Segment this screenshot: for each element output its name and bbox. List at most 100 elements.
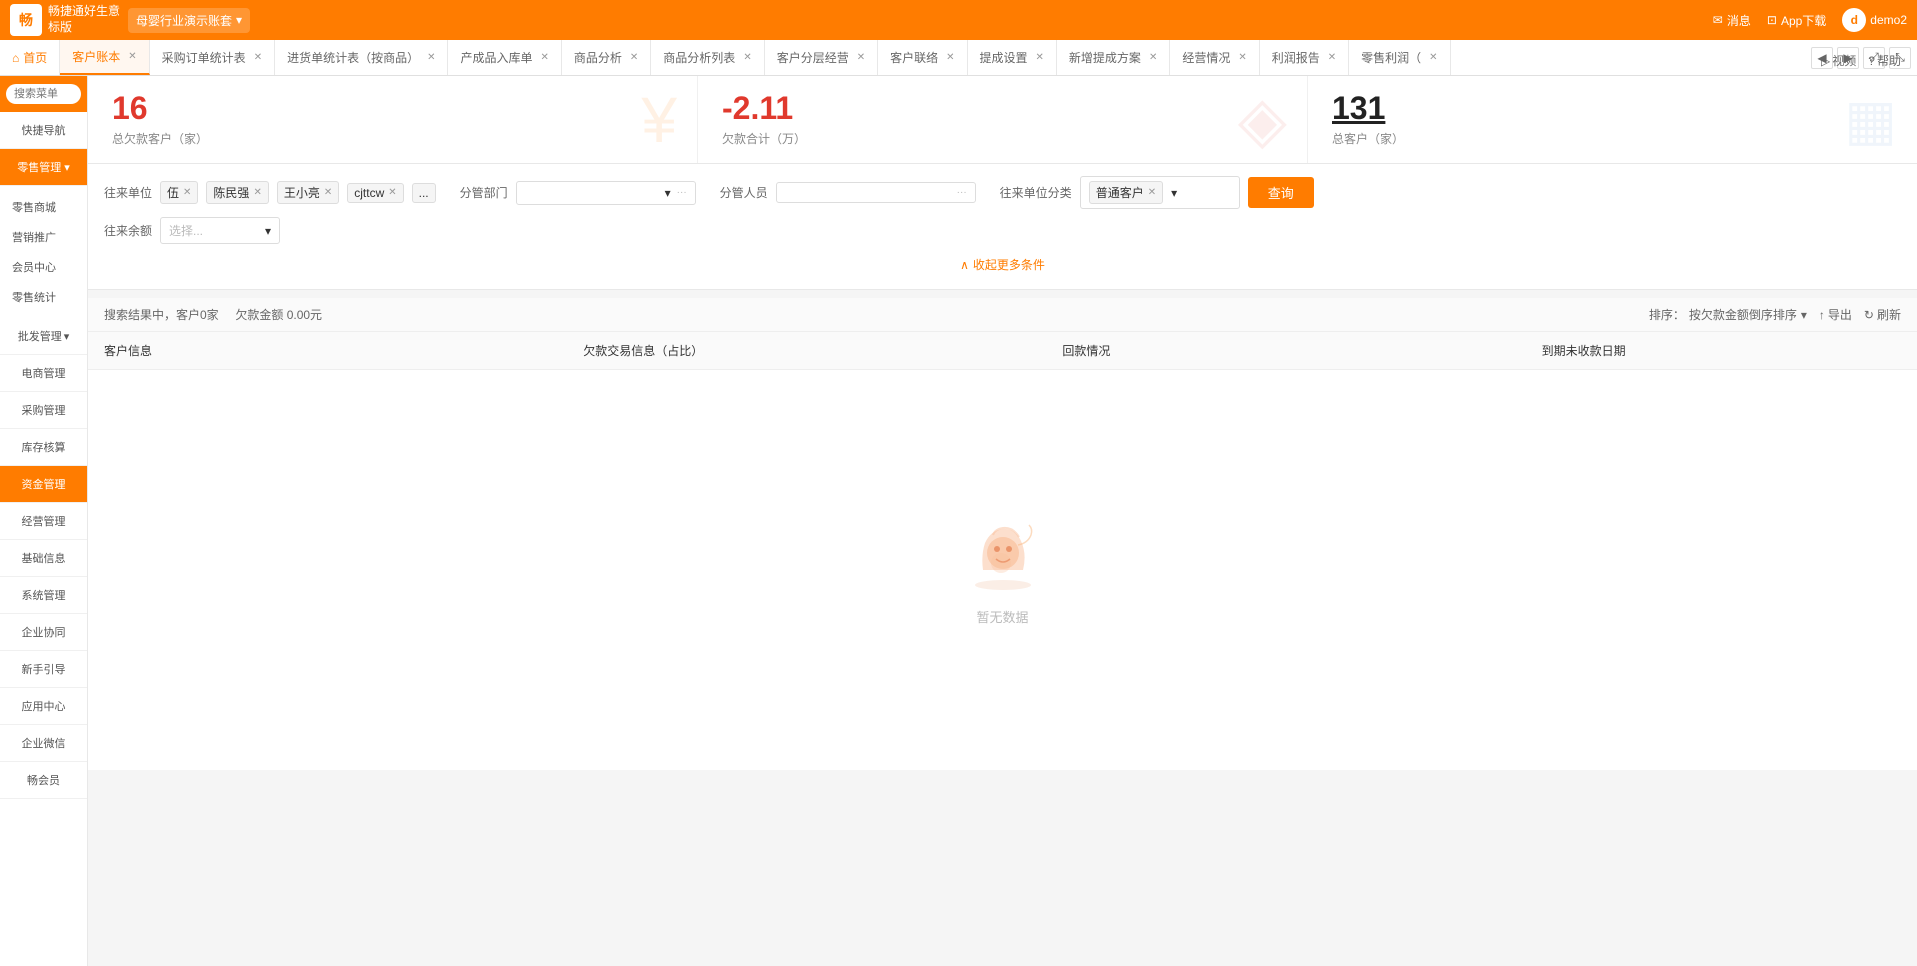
- nav-tabs: ⌂ 首页 客户账本 ✕ 采购订单统计表 ✕ 进货单统计表（按商品） ✕ 产成品入…: [0, 40, 1917, 76]
- tab-merchandise-analysis[interactable]: 商品分析 ✕: [562, 40, 651, 75]
- sidebar-item-finance-mgmt[interactable]: 资金管理: [0, 466, 87, 503]
- empty-illustration: [963, 515, 1043, 595]
- sidebar-item-ecom-mgmt[interactable]: 电商管理: [0, 355, 87, 392]
- user-avatar[interactable]: d demo2: [1842, 8, 1907, 32]
- empty-text: 暂无数据: [976, 607, 1028, 626]
- chevron-right-icon: ▾: [64, 330, 70, 343]
- chevron-down-icon: ▾: [236, 13, 242, 27]
- remove-unit-class-tag[interactable]: ✕: [1148, 187, 1156, 198]
- tab-profit-report[interactable]: 利润报告 ✕: [1260, 40, 1349, 75]
- refresh-button[interactable]: ↻ 刷新: [1864, 306, 1901, 323]
- logo-icon: 畅: [10, 4, 42, 36]
- close-tab-customer-segment[interactable]: ✕: [857, 52, 865, 63]
- top-bar-right: ✉ 消息 ⊡ App下载 d demo2: [1713, 8, 1907, 32]
- sidebar-item-retail-mgmt[interactable]: 零售管理 ▾: [0, 149, 87, 186]
- stat-label-credit-amount: 欠款合计（万）: [722, 130, 1283, 147]
- filter-tag-unit-4: cjttcw ✕: [347, 183, 403, 203]
- company-selector[interactable]: 母婴行业演示账套 ▾: [128, 8, 250, 33]
- more-dept-icon: ···: [677, 187, 687, 198]
- tab-operations[interactable]: 经营情况 ✕: [1170, 40, 1259, 75]
- tab-retail-profit[interactable]: 零售利润（ ✕: [1349, 40, 1450, 75]
- close-tab-inbound-stats[interactable]: ✕: [427, 52, 435, 63]
- balance-select[interactable]: 选择... ▾: [160, 217, 280, 244]
- query-button[interactable]: 查询: [1248, 177, 1314, 208]
- remove-tag-unit-4[interactable]: ✕: [388, 187, 396, 198]
- close-tab-merchandise-analysis[interactable]: ✕: [630, 52, 638, 63]
- close-tab-merchandise-analysis-list[interactable]: ✕: [743, 52, 751, 63]
- remove-tag-unit-2[interactable]: ✕: [253, 187, 261, 198]
- sidebar-item-quick-nav[interactable]: 快捷导航: [0, 112, 87, 149]
- close-tab-customer-book[interactable]: ✕: [128, 51, 136, 62]
- content-area: ▷ 视频 ? 帮助 ¥ 16 总欠款客户（家） ◈ -2.11 欠款合计（万）: [88, 76, 1917, 966]
- close-tab-product-inbound[interactable]: ✕: [541, 52, 549, 63]
- sidebar-item-wholesale-mgmt[interactable]: 批发管理 ▾: [0, 318, 87, 355]
- tab-customer-segment[interactable]: 客户分层经营 ✕: [765, 40, 878, 75]
- filter-tag-unit-2: 陈民强 ✕: [206, 181, 268, 204]
- stats-row: ▷ 视频 ? 帮助 ¥ 16 总欠款客户（家） ◈ -2.11 欠款合计（万）: [88, 76, 1917, 164]
- app-download-button[interactable]: ⊡ App下载: [1767, 12, 1826, 29]
- stat-card-credit-amount: ◈ -2.11 欠款合计（万）: [698, 76, 1308, 163]
- filter-area: 往来单位 伍 ✕ 陈民强 ✕ 王小亮 ✕ cjttcw ✕ ...: [88, 164, 1917, 290]
- download-icon: ⊡: [1767, 13, 1777, 27]
- close-tab-raise-settings[interactable]: ✕: [1036, 52, 1044, 63]
- sidebar-item-corp-wechat[interactable]: 企业微信: [0, 725, 87, 762]
- stat-icon-customers: ¥: [641, 83, 677, 157]
- chevron-down-icon-class: ▾: [1171, 186, 1177, 200]
- export-button[interactable]: ↑ 导出: [1819, 306, 1852, 323]
- tab-merchandise-analysis-list[interactable]: 商品分析列表 ✕: [651, 40, 764, 75]
- sidebar-item-purchase-mgmt[interactable]: 采购管理: [0, 392, 87, 429]
- unit-class-label: 往来单位分类: [1000, 184, 1072, 201]
- stat-num-credit-customers: 16: [112, 92, 673, 124]
- sidebar-item-app-center[interactable]: 应用中心: [0, 688, 87, 725]
- message-button[interactable]: ✉ 消息: [1713, 12, 1751, 29]
- tab-inbound-stats[interactable]: 进货单统计表（按商品） ✕: [275, 40, 448, 75]
- sidebar-item-ops-mgmt[interactable]: 经营管理: [0, 503, 87, 540]
- close-tab-retail-profit[interactable]: ✕: [1429, 52, 1437, 63]
- col-overdue-date: 到期未收款日期: [1542, 342, 1901, 359]
- unit-class-select[interactable]: 普通客户 ✕ ▾: [1080, 176, 1240, 209]
- remove-tag-unit-3[interactable]: ✕: [324, 187, 332, 198]
- stat-card-credit-customers: ¥ 16 总欠款客户（家）: [88, 76, 698, 163]
- export-icon: ↑: [1819, 308, 1825, 322]
- tab-raise-settings[interactable]: 提成设置 ✕: [968, 40, 1057, 75]
- close-tab-operations[interactable]: ✕: [1238, 52, 1246, 63]
- sidebar-item-vip-member[interactable]: 畅会员: [0, 762, 87, 799]
- search-input[interactable]: [6, 84, 81, 104]
- sidebar-item-member-center[interactable]: 会员中心: [4, 252, 83, 282]
- stat-icon-total: ▦: [1844, 87, 1897, 153]
- avatar-icon: d: [1842, 8, 1866, 32]
- sidebar-retail-subnav: 零售商城 营销推广 会员中心 零售统计: [0, 186, 87, 318]
- close-tab-customer-contact[interactable]: ✕: [946, 52, 954, 63]
- close-tab-new-raise[interactable]: ✕: [1149, 52, 1157, 63]
- tab-product-inbound[interactable]: 产成品入库单 ✕: [448, 40, 561, 75]
- stat-num-total-customers: 131: [1332, 92, 1893, 124]
- sidebar-item-sys-mgmt[interactable]: 系统管理: [0, 577, 87, 614]
- logo-area: 畅 畅捷通好生意 标版: [10, 4, 120, 36]
- sidebar-search-area: [0, 76, 87, 112]
- sidebar-item-retail-mall[interactable]: 零售商城: [4, 192, 83, 222]
- tab-customer-book[interactable]: 客户账本 ✕: [60, 40, 149, 75]
- sort-select[interactable]: 排序： 按欠款金额倒序排序 ▾: [1649, 306, 1807, 323]
- dept-select[interactable]: ▾ ···: [516, 181, 696, 205]
- result-summary: 搜索结果中，客户0家 欠款金额 0.00元: [104, 306, 322, 323]
- filter-tag-unit-3: 王小亮 ✕: [277, 181, 339, 204]
- more-units-button[interactable]: ...: [412, 183, 436, 203]
- sidebar-item-basic-info[interactable]: 基础信息: [0, 540, 87, 577]
- tab-customer-contact[interactable]: 客户联络 ✕: [878, 40, 967, 75]
- sidebar-item-new-guide[interactable]: 新手引导: [0, 651, 87, 688]
- home-icon: ⌂: [12, 51, 19, 65]
- sidebar-item-corp-coop[interactable]: 企业协同: [0, 614, 87, 651]
- tab-new-raise[interactable]: 新增提成方案 ✕: [1057, 40, 1170, 75]
- sidebar-item-inventory-check[interactable]: 库存核算: [0, 429, 87, 466]
- person-select[interactable]: ···: [776, 182, 976, 203]
- close-tab-purchase-order-stats[interactable]: ✕: [254, 52, 262, 63]
- close-tab-profit-report[interactable]: ✕: [1328, 52, 1336, 63]
- chevron-down-icon-dept: ▾: [665, 186, 671, 200]
- tab-home[interactable]: ⌂ 首页: [0, 40, 60, 75]
- sidebar-item-marketing[interactable]: 营销推广: [4, 222, 83, 252]
- sidebar-item-retail-stats[interactable]: 零售统计: [4, 282, 83, 312]
- remove-tag-unit-1[interactable]: ✕: [183, 187, 191, 198]
- tab-purchase-order-stats[interactable]: 采购订单统计表 ✕: [150, 40, 275, 75]
- result-bar-right: 排序： 按欠款金额倒序排序 ▾ ↑ 导出 ↻ 刷新: [1649, 306, 1901, 323]
- collapse-filter-button[interactable]: ∧ 收起更多条件: [104, 252, 1901, 277]
